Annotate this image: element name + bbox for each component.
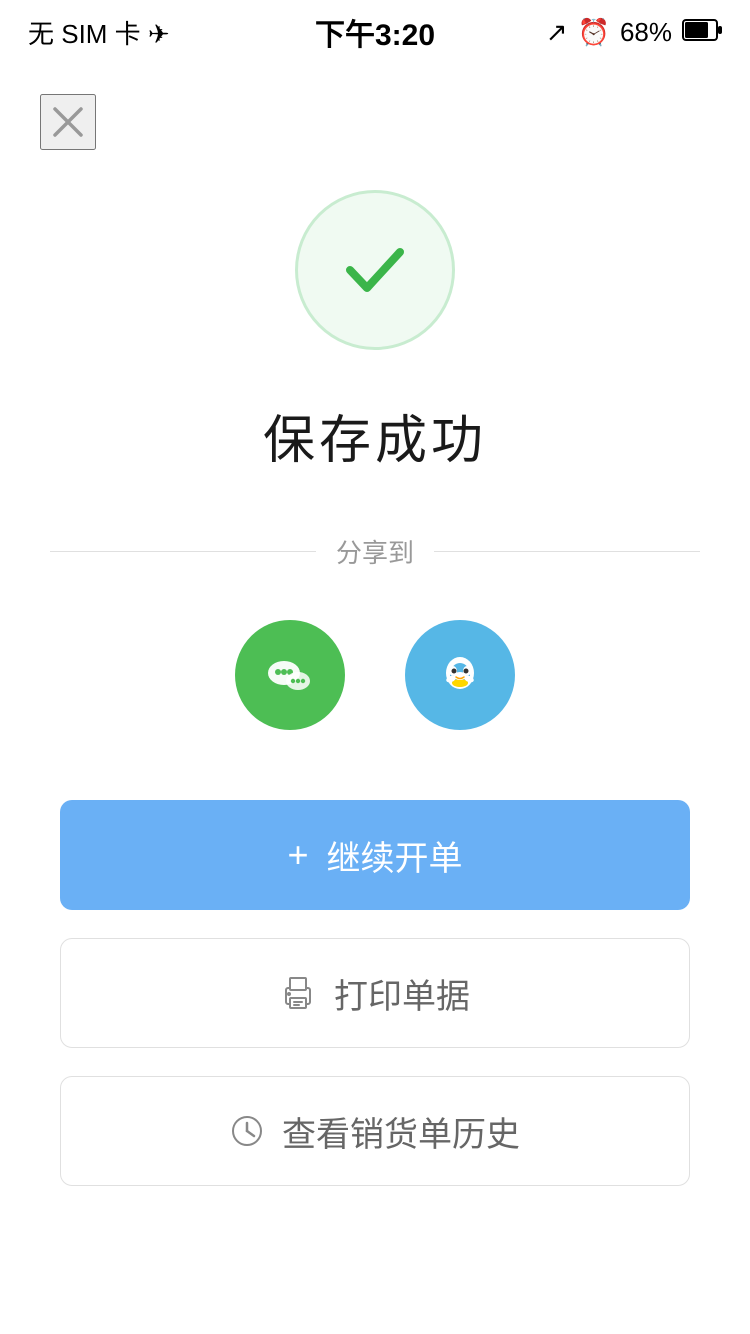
continue-label: 继续开单: [327, 831, 463, 880]
status-time: 下午3:20: [315, 10, 435, 54]
qq-share-button[interactable]: [405, 620, 515, 730]
battery-label: 68%: [620, 17, 672, 48]
share-icons-row: [235, 620, 515, 730]
share-divider-left: [50, 551, 316, 552]
history-label: 查看销货单历史: [282, 1107, 520, 1156]
status-right: ↗ ⏰ 68%: [546, 17, 722, 48]
location-icon: ↗: [546, 17, 568, 48]
alarm-icon: ⏰: [578, 17, 610, 48]
clock-icon: [230, 1114, 264, 1148]
success-title: 保存成功: [263, 398, 487, 473]
main-content: 保存成功 分享到: [0, 160, 750, 1186]
check-icon: [335, 228, 415, 313]
plus-icon: +: [287, 834, 308, 876]
status-left: 无 SIM 卡 ✈: [28, 14, 182, 51]
share-section: 分享到: [50, 533, 700, 570]
print-icon: [280, 976, 316, 1010]
no-sim-label: 无 SIM 卡 ✈: [28, 14, 170, 51]
wechat-share-button[interactable]: [235, 620, 345, 730]
battery-icon: [682, 17, 722, 48]
status-bar: 无 SIM 卡 ✈ 下午3:20 ↗ ⏰ 68%: [0, 0, 750, 64]
share-label: 分享到: [336, 533, 414, 570]
share-divider-right: [434, 551, 700, 552]
print-label: 打印单据: [334, 969, 470, 1018]
close-area: [0, 64, 750, 160]
print-button[interactable]: 打印单据: [60, 938, 690, 1048]
history-button[interactable]: 查看销货单历史: [60, 1076, 690, 1186]
actions-container: + 继续开单 打印单据: [50, 800, 700, 1186]
success-circle: [295, 190, 455, 350]
continue-button[interactable]: + 继续开单: [60, 800, 690, 910]
close-button[interactable]: [40, 94, 96, 150]
